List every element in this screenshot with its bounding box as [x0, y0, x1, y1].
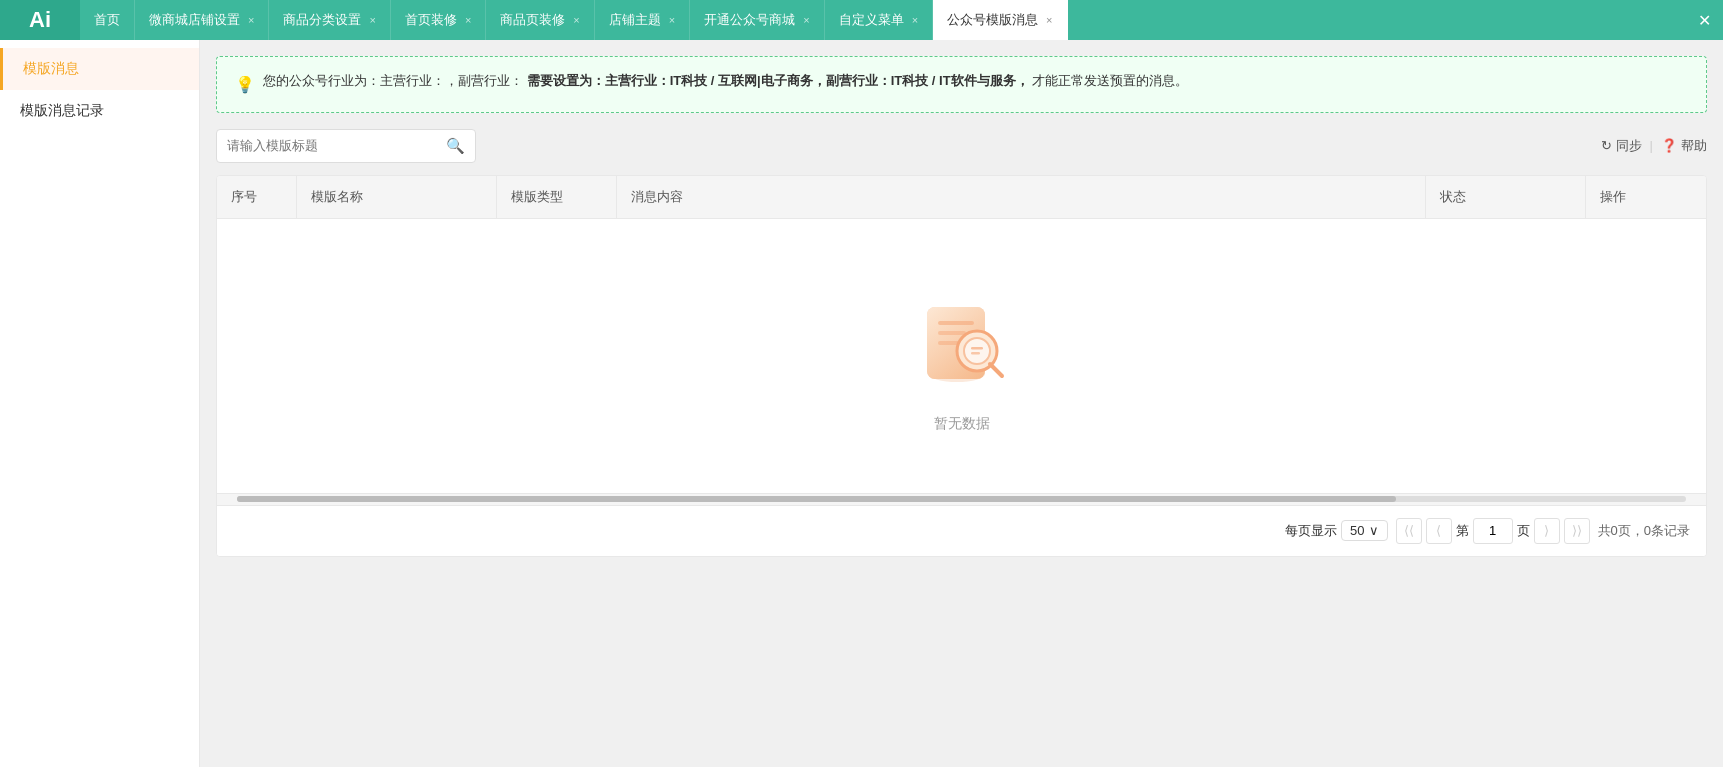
- nav-tab-home-decor[interactable]: 首页装修 ×: [391, 0, 486, 40]
- dropdown-icon: ∨: [1369, 523, 1379, 538]
- svg-rect-9: [971, 347, 983, 350]
- col-name: 模版名称: [297, 176, 497, 218]
- nav-tab-home-decor-close[interactable]: ×: [465, 14, 471, 26]
- top-nav: Ai 首页 微商城店铺设置 × 商品分类设置 × 首页装修 × 商品页装修 × …: [0, 0, 1723, 40]
- main-layout: 模版消息 模版消息记录 💡 您的公众号行业为：主营行业：，副营行业： 需要设置为…: [0, 40, 1723, 767]
- help-button[interactable]: ❓ 帮助: [1661, 137, 1707, 155]
- nav-tab-product-decor-label: 商品页装修: [500, 11, 565, 29]
- col-status: 状态: [1426, 176, 1586, 218]
- content-area: 💡 您的公众号行业为：主营行业：，副营行业： 需要设置为：主营行业：IT科技 /…: [200, 40, 1723, 767]
- nav-tab-home-decor-label: 首页装修: [405, 11, 457, 29]
- nav-tab-template-msg-label: 公众号模版消息: [947, 11, 1038, 29]
- page-size-dropdown[interactable]: 50 ∨: [1341, 520, 1387, 541]
- sidebar-item-template-msg-log-label: 模版消息记录: [20, 102, 104, 118]
- nav-tab-shop-theme[interactable]: 店铺主题 ×: [595, 0, 690, 40]
- empty-state: 暂无数据: [217, 219, 1706, 493]
- nav-tab-custom-menu-close[interactable]: ×: [912, 14, 918, 26]
- scroll-bar-area[interactable]: [217, 493, 1706, 505]
- nav-tab-category-close[interactable]: ×: [369, 14, 375, 26]
- pagination: 每页显示 50 ∨ ⟨⟨ ⟨ 第 页 ⟩ ⟩⟩ 共0页，0条记录: [217, 505, 1706, 556]
- page-size-select: 每页显示 50 ∨: [1285, 520, 1387, 541]
- svg-rect-3: [938, 321, 974, 325]
- sync-icon: ↻: [1601, 138, 1612, 153]
- nav-tab-template-msg-close[interactable]: ×: [1046, 14, 1052, 26]
- sync-button[interactable]: ↻ 同步: [1601, 137, 1642, 155]
- notice-suffix: 才能正常发送预置的消息。: [1032, 73, 1188, 88]
- nav-tab-custom-menu[interactable]: 自定义菜单 ×: [825, 0, 933, 40]
- sidebar-item-template-msg-log[interactable]: 模版消息记录: [0, 90, 199, 132]
- help-label: 帮助: [1681, 137, 1707, 155]
- nav-tab-product-decor[interactable]: 商品页装修 ×: [486, 0, 594, 40]
- notice-highlight: 需要设置为：主营行业：IT科技 / 互联网|电子商务，副营行业：IT科技 / I…: [527, 73, 1029, 88]
- table-header: 序号 模版名称 模版类型 消息内容 状态 操作: [217, 176, 1706, 219]
- notice-text: 您的公众号行业为：主营行业：，副营行业： 需要设置为：主营行业：IT科技 / 互…: [263, 71, 1188, 92]
- col-content: 消息内容: [617, 176, 1426, 218]
- sidebar-item-template-msg-label: 模版消息: [23, 60, 79, 76]
- close-all-button[interactable]: ✕: [1686, 11, 1723, 30]
- search-bar: 🔍 ↻ 同步 | ❓ 帮助: [216, 129, 1707, 163]
- nav-tab-custom-menu-label: 自定义菜单: [839, 11, 904, 29]
- nav-tabs: 首页 微商城店铺设置 × 商品分类设置 × 首页装修 × 商品页装修 × 店铺主…: [80, 0, 1686, 40]
- search-icon[interactable]: 🔍: [446, 137, 465, 155]
- page-total: 共0页，0条记录: [1598, 522, 1690, 540]
- nav-tab-shop-theme-close[interactable]: ×: [669, 14, 675, 26]
- toolbar-right: ↻ 同步 | ❓ 帮助: [1601, 137, 1707, 155]
- scroll-track[interactable]: [237, 496, 1686, 502]
- data-table: 序号 模版名称 模版类型 消息内容 状态 操作: [216, 175, 1707, 557]
- per-page-label: 每页显示: [1285, 522, 1337, 540]
- nav-tab-home[interactable]: 首页: [80, 0, 135, 40]
- svg-rect-10: [971, 352, 980, 355]
- page-input[interactable]: [1473, 518, 1513, 544]
- toolbar-divider: |: [1650, 138, 1653, 153]
- notice-prefix: 您的公众号行业为：主营行业：，副营行业：: [263, 73, 523, 88]
- sync-label: 同步: [1616, 137, 1642, 155]
- notice-icon: 💡: [235, 72, 255, 98]
- nav-tab-category-label: 商品分类设置: [283, 11, 361, 29]
- page-nav: ⟨⟨ ⟨ 第 页 ⟩ ⟩⟩: [1396, 518, 1590, 544]
- page-prev-button[interactable]: ⟨: [1426, 518, 1452, 544]
- sidebar-item-template-msg[interactable]: 模版消息: [0, 48, 199, 90]
- page-label-prefix: 第: [1456, 522, 1469, 540]
- col-type: 模版类型: [497, 176, 617, 218]
- svg-line-8: [990, 364, 1002, 376]
- help-icon: ❓: [1661, 138, 1677, 153]
- nav-tab-shop-settings-close[interactable]: ×: [248, 14, 254, 26]
- page-next-button[interactable]: ⟩: [1534, 518, 1560, 544]
- page-size-value: 50: [1350, 523, 1364, 538]
- nav-tab-open-mall[interactable]: 开通公众号商城 ×: [690, 0, 824, 40]
- page-label-suffix: 页: [1517, 522, 1530, 540]
- page-first-button[interactable]: ⟨⟨: [1396, 518, 1422, 544]
- page-last-button[interactable]: ⟩⟩: [1564, 518, 1590, 544]
- nav-tab-open-mall-label: 开通公众号商城: [704, 11, 795, 29]
- empty-illustration: [902, 279, 1022, 399]
- nav-tab-shop-theme-label: 店铺主题: [609, 11, 661, 29]
- nav-tab-product-decor-close[interactable]: ×: [573, 14, 579, 26]
- empty-text: 暂无数据: [934, 415, 990, 433]
- scroll-thumb: [237, 496, 1396, 502]
- search-input[interactable]: [227, 138, 446, 153]
- svg-point-7: [964, 338, 990, 364]
- nav-tab-category[interactable]: 商品分类设置 ×: [269, 0, 390, 40]
- nav-tab-template-msg[interactable]: 公众号模版消息 ×: [933, 0, 1067, 40]
- svg-rect-4: [938, 331, 966, 335]
- nav-tab-shop-settings[interactable]: 微商城店铺设置 ×: [135, 0, 269, 40]
- col-actions: 操作: [1586, 176, 1706, 218]
- nav-tab-home-label: 首页: [94, 11, 120, 29]
- col-seq: 序号: [217, 176, 297, 218]
- nav-tab-shop-settings-label: 微商城店铺设置: [149, 11, 240, 29]
- sidebar: 模版消息 模版消息记录: [0, 40, 200, 767]
- search-input-wrap[interactable]: 🔍: [216, 129, 476, 163]
- nav-tab-open-mall-close[interactable]: ×: [803, 14, 809, 26]
- app-logo: Ai: [0, 0, 80, 40]
- notice-banner: 💡 您的公众号行业为：主营行业：，副营行业： 需要设置为：主营行业：IT科技 /…: [216, 56, 1707, 113]
